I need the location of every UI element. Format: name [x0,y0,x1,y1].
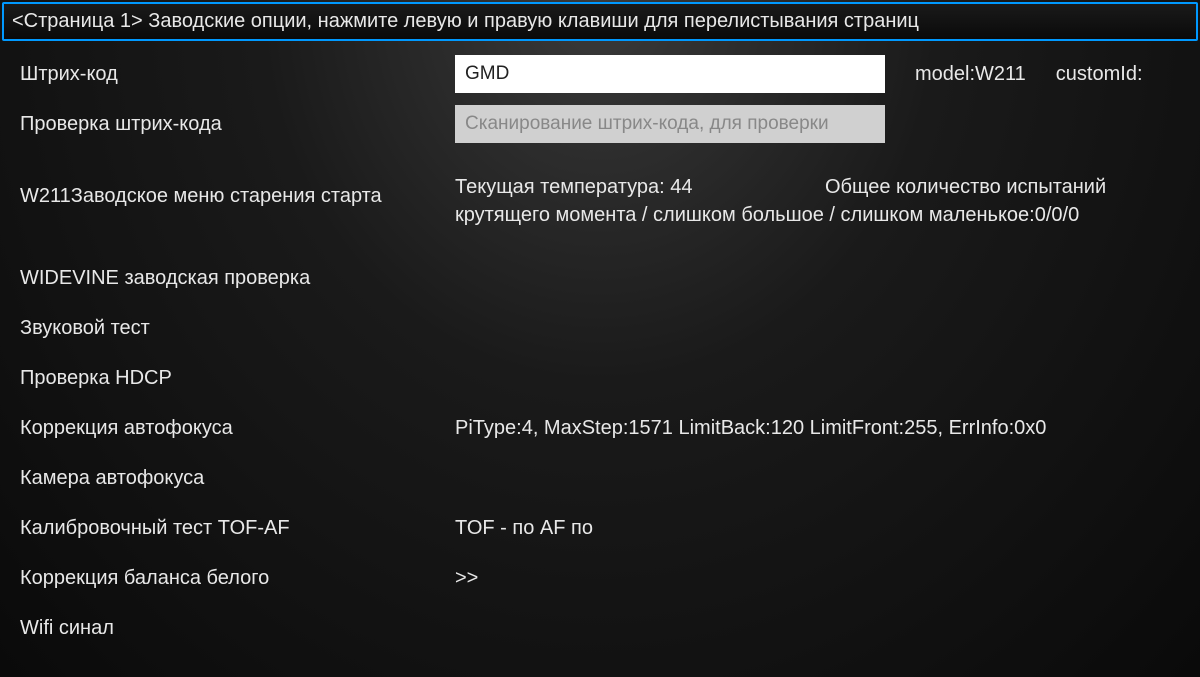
page-title-bar: <Страница 1> Заводские опции, нажмите ле… [2,2,1198,41]
temperature-value: Текущая температура: 44 [455,173,825,201]
aging-value-area: Текущая температура: 44 Общее количество… [455,173,1180,229]
barcode-check-value-area [455,105,1180,143]
row-tof-af[interactable]: Калибровочный тест TOF-AF TOF - по AF по [20,503,1180,553]
model-label: model:W211 [915,63,1026,86]
tof-af-value: TOF - по AF по [455,517,1180,540]
sound-test-label: Звуковой тест [20,317,455,340]
row-widevine[interactable]: WIDEVINE заводская проверка [20,253,1180,303]
barcode-value-area: model:W211 customId: [455,55,1180,93]
hdcp-label: Проверка HDCP [20,367,455,390]
row-sound-test[interactable]: Звуковой тест [20,303,1180,353]
barcode-check-input[interactable] [455,105,885,143]
tof-af-label: Калибровочный тест TOF-AF [20,517,455,540]
wifi-label: Wifi синал [20,617,455,640]
row-white-balance[interactable]: Коррекция баланса белого >> [20,553,1180,603]
settings-content: Штрих-код model:W211 customId: Проверка … [0,49,1200,653]
barcode-input[interactable] [455,55,885,93]
aging-label: W211Заводское меню старения старта [20,173,455,208]
barcode-label: Штрих-код [20,63,455,86]
row-autofocus-camera[interactable]: Камера автофокуса [20,453,1180,503]
barcode-check-label: Проверка штрих-кода [20,113,455,136]
white-balance-label: Коррекция баланса белого [20,567,455,590]
widevine-label: WIDEVINE заводская проверка [20,267,455,290]
row-wifi[interactable]: Wifi синал [20,603,1180,653]
autofocus-correction-value: PiType:4, MaxStep:1571 LimitBack:120 Lim… [455,417,1180,440]
row-autofocus-correction[interactable]: Коррекция автофокуса PiType:4, MaxStep:1… [20,403,1180,453]
white-balance-value: >> [455,567,1180,590]
row-barcode[interactable]: Штрих-код model:W211 customId: [20,49,1180,99]
autofocus-camera-label: Камера автофокуса [20,467,455,490]
row-hdcp[interactable]: Проверка HDCP [20,353,1180,403]
page-title: <Страница 1> Заводские опции, нажмите ле… [12,10,919,32]
row-barcode-check[interactable]: Проверка штрих-кода [20,99,1180,149]
torque-stats: крутящего момента / слишком большое / сл… [455,201,1180,229]
row-aging[interactable]: W211Заводское меню старения старта Текущ… [20,161,1180,235]
tests-count-label: Общее количество испытаний [825,173,1106,201]
customid-label: customId: [1056,63,1143,86]
autofocus-correction-label: Коррекция автофокуса [20,417,455,440]
